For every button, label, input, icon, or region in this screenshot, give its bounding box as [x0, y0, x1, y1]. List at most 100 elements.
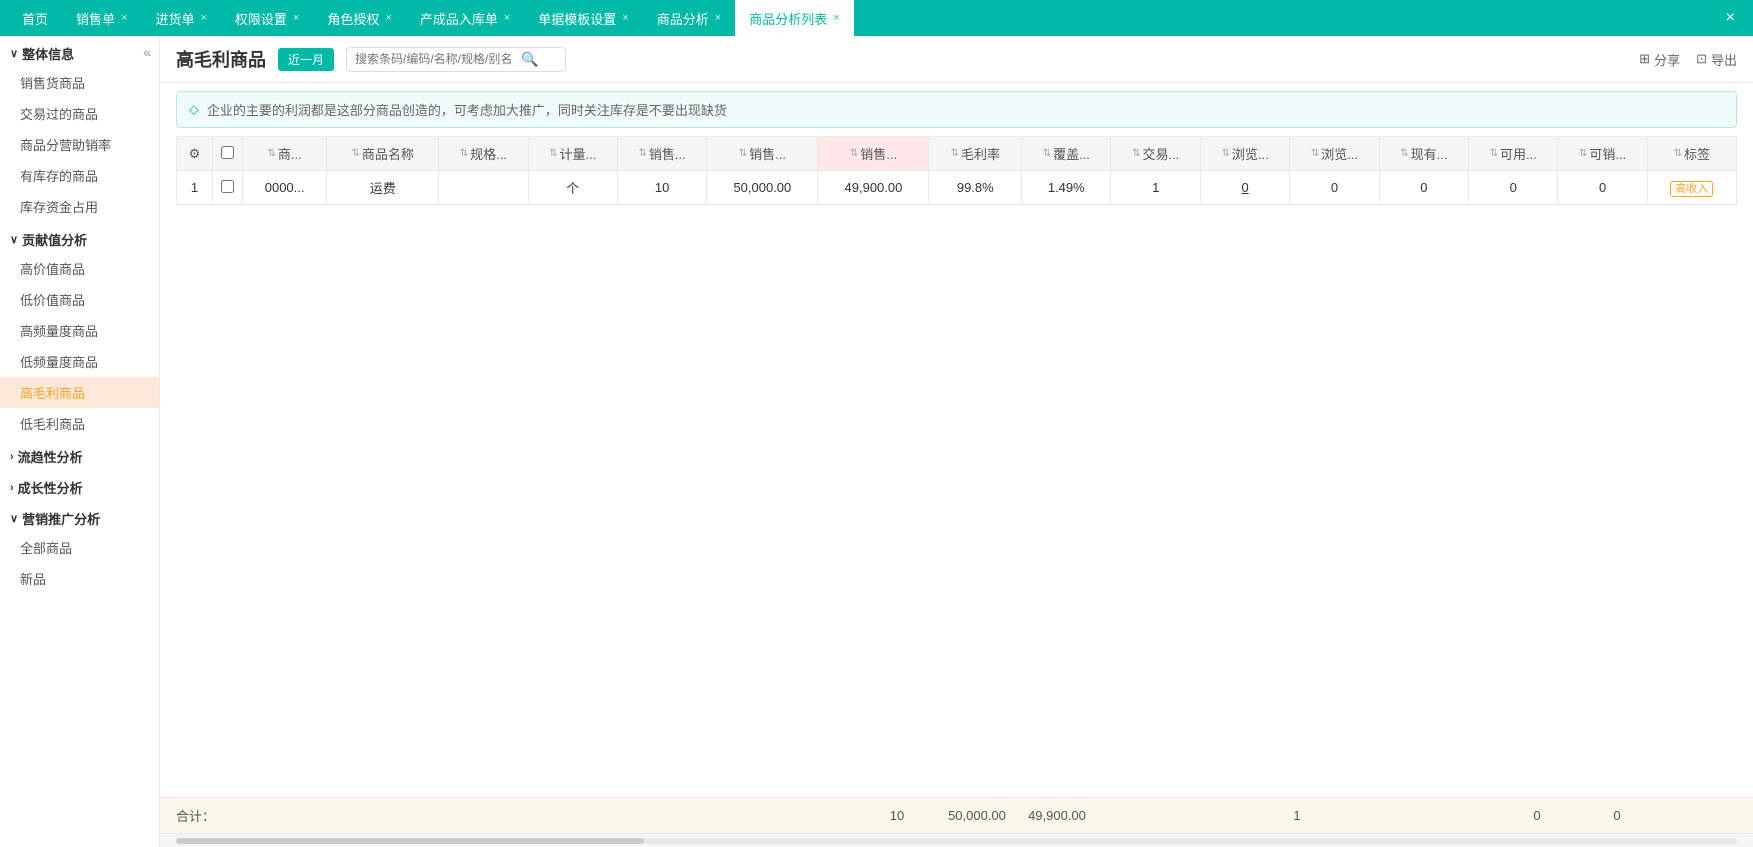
- cell-tag: 高收入: [1647, 171, 1736, 205]
- cell-margin-rate: 99.8%: [929, 171, 1022, 205]
- sidebar-group-trend-analysis[interactable]: › 流趋性分析: [0, 439, 159, 470]
- col-sales-amount[interactable]: ⇅ 销售...: [707, 137, 818, 171]
- sidebar-group-financial-analysis[interactable]: ∨ 贡献值分析: [0, 222, 159, 253]
- col-sellable[interactable]: ⇅ 可销...: [1558, 137, 1647, 171]
- sidebar-collapse-button[interactable]: «: [143, 44, 151, 60]
- content-header: 高毛利商品 近一月 🔍 ⊞ 分享 ⊡ 导出: [160, 36, 1753, 83]
- col-coverage[interactable]: ⇅ 覆盖...: [1022, 137, 1111, 171]
- nav-tab-sales-order[interactable]: 销售单 ×: [62, 0, 141, 36]
- select-all-checkbox[interactable]: [221, 146, 234, 159]
- footer-transaction: 1: [1257, 808, 1337, 823]
- date-filter-button[interactable]: 近一月: [278, 48, 334, 71]
- notice-text: 企业的主要的利润都是这部分商品创造的，可考虑加大推广，同时关注库存是不要出现缺货: [207, 100, 727, 119]
- sidebar-item-all-goods[interactable]: 全部商品: [0, 532, 159, 563]
- chevron-down-icon: ∨: [10, 47, 18, 60]
- sort-icon: ⇅: [460, 148, 468, 159]
- sidebar-item-inventory-capital[interactable]: 库存资金占用: [0, 191, 159, 222]
- sort-icon: ⇅: [1674, 148, 1682, 159]
- nav-tab-purchase-order[interactable]: 进货单 ×: [141, 0, 220, 36]
- sidebar-item-low-margin-goods[interactable]: 低毛利商品: [0, 408, 159, 439]
- sidebar-item-sales-goods[interactable]: 销售货商品: [0, 67, 159, 98]
- nav-tab-product-entry[interactable]: 产成品入库单 ×: [406, 0, 524, 36]
- cell-browse1[interactable]: 0: [1200, 171, 1289, 205]
- scrollbar-track[interactable]: [176, 838, 1737, 844]
- search-input[interactable]: [355, 52, 515, 66]
- nav-tab-role-permissions[interactable]: 角色授权 ×: [313, 0, 405, 36]
- sort-icon: ⇅: [1579, 148, 1587, 159]
- sidebar-item-product-scoring[interactable]: 商品分营助销率: [0, 129, 159, 160]
- col-settings[interactable]: ⚙: [177, 137, 213, 171]
- cell-sellable: 0: [1558, 171, 1647, 205]
- col-available[interactable]: ⇅ 现有...: [1379, 137, 1468, 171]
- col-code[interactable]: ⇅ 商...: [243, 137, 327, 171]
- col-usable[interactable]: ⇅ 可用...: [1469, 137, 1558, 171]
- cell-index: 1: [177, 171, 213, 205]
- col-browse2[interactable]: ⇅ 浏览...: [1290, 137, 1379, 171]
- col-unit[interactable]: ⇅ 计量...: [528, 137, 617, 171]
- close-icon[interactable]: ×: [622, 12, 628, 24]
- col-sales-cost[interactable]: ⇅ 销售...: [818, 137, 929, 171]
- nav-tab-home[interactable]: 首页: [8, 0, 62, 36]
- nav-tab-product-analysis-list[interactable]: 商品分析列表 ×: [735, 0, 853, 36]
- col-spec[interactable]: ⇅ 规格...: [439, 137, 528, 171]
- sidebar-group-marketing-analysis[interactable]: ∨ 营销推广分析: [0, 501, 159, 532]
- sidebar-item-high-margin-goods[interactable]: 高毛利商品: [0, 377, 159, 408]
- cell-transaction: 1: [1111, 171, 1200, 205]
- search-box: 🔍: [346, 47, 566, 72]
- close-icon[interactable]: ×: [200, 12, 206, 24]
- close-all-button[interactable]: ×: [1716, 9, 1745, 27]
- scrollbar-area: [160, 833, 1753, 847]
- table-wrapper[interactable]: ⚙ ⇅ 商... ⇅: [160, 136, 1753, 797]
- col-transaction[interactable]: ⇅ 交易...: [1111, 137, 1200, 171]
- scrollbar-thumb[interactable]: [176, 838, 644, 844]
- footer-sales-cost: 49,900.00: [1017, 808, 1097, 823]
- cell-unit: 个: [528, 171, 617, 205]
- sort-icon: ⇅: [850, 148, 858, 159]
- col-sales-qty[interactable]: ⇅ 销售...: [617, 137, 706, 171]
- sidebar-marketing-analysis-items: 全部商品 新品: [0, 532, 159, 594]
- sort-icon: ⇅: [549, 148, 557, 159]
- close-icon[interactable]: ×: [385, 12, 391, 24]
- close-icon[interactable]: ×: [121, 12, 127, 24]
- footer-browse1: [1337, 808, 1417, 823]
- nav-tab-product-analysis[interactable]: 商品分析 ×: [643, 0, 735, 36]
- sidebar-item-high-freq-goods[interactable]: 高频量度商品: [0, 315, 159, 346]
- sidebar-financial-analysis-items: 高价值商品 低价值商品 高频量度商品 低频量度商品 高毛利商品 低毛利商品: [0, 253, 159, 439]
- sort-icon: ⇅: [1490, 148, 1498, 159]
- browse1-link[interactable]: 0: [1241, 180, 1248, 195]
- export-button[interactable]: ⊡ 导出: [1696, 50, 1737, 69]
- close-icon[interactable]: ×: [833, 12, 839, 24]
- nav-tab-permission-settings[interactable]: 权限设置 ×: [221, 0, 313, 36]
- sidebar-overall-info-items: 销售货商品 交易过的商品 商品分营助销率 有库存的商品 库存资金占用: [0, 67, 159, 222]
- sidebar-item-inventory-goods[interactable]: 有库存的商品: [0, 160, 159, 191]
- sidebar-group-growth-analysis[interactable]: › 成长性分析: [0, 470, 159, 501]
- cell-name: 运费: [327, 171, 439, 205]
- sidebar-item-new-goods[interactable]: 新品: [0, 563, 159, 594]
- close-icon[interactable]: ×: [504, 12, 510, 24]
- sidebar-item-low-freq-goods[interactable]: 低频量度商品: [0, 346, 159, 377]
- product-table: ⚙ ⇅ 商... ⇅: [176, 136, 1737, 205]
- sidebar-item-high-value-goods[interactable]: 高价值商品: [0, 253, 159, 284]
- cell-coverage: 1.49%: [1022, 171, 1111, 205]
- close-icon[interactable]: ×: [293, 12, 299, 24]
- sidebar-group-overall-info[interactable]: ∨ 整体信息: [0, 36, 159, 67]
- sidebar-item-traded-goods[interactable]: 交易过的商品: [0, 98, 159, 129]
- sort-icon: ⇅: [951, 148, 959, 159]
- footer-sales-qty: 10: [857, 808, 937, 823]
- sort-icon: ⇅: [1132, 148, 1140, 159]
- share-button[interactable]: ⊞ 分享: [1639, 50, 1680, 69]
- cell-checkbox[interactable]: [213, 171, 243, 205]
- col-browse1[interactable]: ⇅ 浏览...: [1200, 137, 1289, 171]
- nav-tab-order-template[interactable]: 单据模板设置 ×: [524, 0, 642, 36]
- row-checkbox[interactable]: [221, 180, 234, 193]
- col-name[interactable]: ⇅ 商品名称: [327, 137, 439, 171]
- cell-code: 0000...: [243, 171, 327, 205]
- sidebar-item-low-value-goods[interactable]: 低价值商品: [0, 284, 159, 315]
- close-icon[interactable]: ×: [715, 12, 721, 24]
- footer-sellable: [1657, 808, 1737, 823]
- cell-available: 0: [1379, 171, 1468, 205]
- col-margin-rate[interactable]: ⇅ 毛利率: [929, 137, 1022, 171]
- col-tag[interactable]: ⇅ 标签: [1647, 137, 1736, 171]
- col-checkbox[interactable]: [213, 137, 243, 171]
- footer-sales-amount: 50,000.00: [937, 808, 1017, 823]
